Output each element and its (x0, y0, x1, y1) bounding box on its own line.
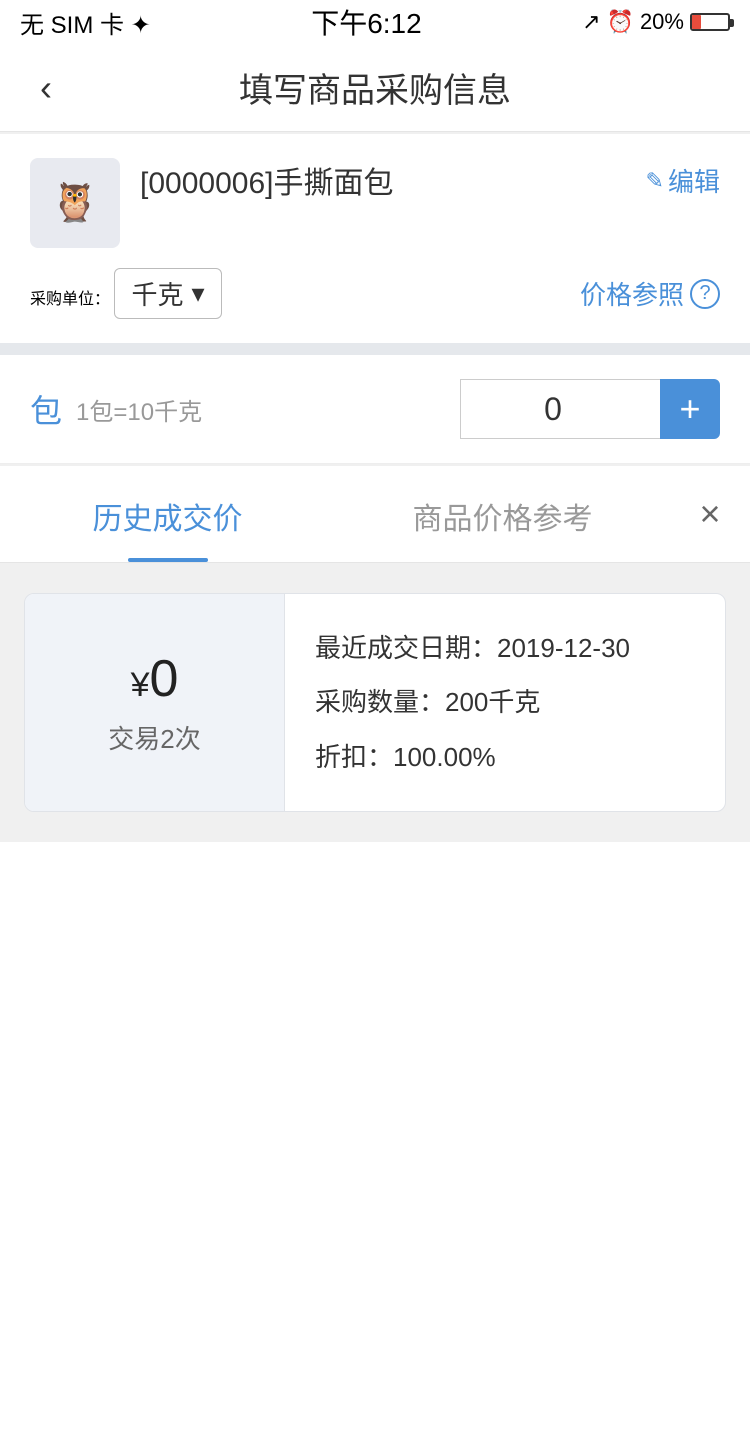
product-name-area: [0000006]手撕面包 (140, 158, 393, 202)
back-button[interactable]: ‹ (30, 57, 62, 119)
sim-status: 无 SIM 卡 ✦ (20, 5, 151, 40)
tabs-bar: 历史成交价 商品价格参考 × (0, 466, 750, 563)
unit-label: 采购单位： (30, 291, 110, 308)
product-thumbnail: 🦉 (30, 158, 120, 248)
edit-icon: ✎ (646, 168, 664, 194)
date-label: 最近成交日期： (315, 633, 497, 663)
tab-product-price-ref[interactable]: 商品价格参考 (335, 466, 670, 562)
unit-dropdown[interactable]: 千克 ▾ (114, 268, 221, 319)
tab-active-indicator (128, 558, 208, 562)
currency-symbol: ¥ (131, 666, 150, 704)
bag-label: 包 (30, 386, 62, 432)
tabs-close-button[interactable]: × (670, 473, 750, 555)
plus-button[interactable]: + (660, 379, 720, 439)
qty-label-group: 包 1包=10千克 (30, 386, 202, 432)
tab-history-price[interactable]: 历史成交价 (0, 466, 335, 562)
history-details-panel: 最近成交日期：2019-12-30 采购数量：200千克 折扣：100.00% (285, 594, 725, 811)
qty-label: 采购数量： (315, 687, 445, 717)
qty-value: 200千克 (445, 687, 540, 717)
tab2-label: 商品价格参考 (413, 503, 593, 536)
unit-label-group: 采购单位： 千克 ▾ (30, 268, 222, 319)
product-info: 🦉 [0000006]手撕面包 (30, 158, 646, 248)
price-number: 0 (150, 650, 179, 708)
date-value: 2019-12-30 (497, 633, 630, 663)
edit-label: 编辑 (668, 162, 720, 199)
alarm-icon: ⏰ (607, 9, 634, 35)
quantity-row: 包 1包=10千克 + (0, 355, 750, 464)
product-id: [0000006] (140, 167, 273, 200)
unit-value: 千克 (131, 275, 183, 312)
history-card: ¥0 交易2次 最近成交日期：2019-12-30 采购数量：200千克 折扣：… (24, 593, 726, 812)
question-icon: ? (690, 279, 720, 309)
quantity-control: + (460, 379, 720, 439)
transaction-count: 交易2次 (108, 719, 200, 756)
status-left: 无 SIM 卡 ✦ (20, 5, 151, 40)
page-title: 填写商品采购信息 (239, 63, 511, 112)
unit-hint: 1包=10千克 (76, 392, 202, 427)
bottom-area (0, 842, 750, 1442)
discount-value: 100.00% (393, 742, 496, 772)
dropdown-arrow-icon: ▾ (191, 278, 204, 309)
tab1-label: 历史成交价 (93, 503, 243, 536)
product-name: [0000006]手撕面包 (140, 163, 393, 200)
date-row: 最近成交日期：2019-12-30 (315, 630, 695, 666)
discount-row: 折扣：100.00% (315, 739, 695, 775)
status-time: 下午6:12 (311, 2, 422, 42)
unit-row: 采购单位： 千克 ▾ 价格参照 ? (30, 268, 720, 319)
status-right: ↗ ⏰ 20% (582, 9, 730, 35)
product-logo-icon: 🦉 (51, 181, 98, 225)
history-price-value: ¥0 (131, 649, 179, 709)
edit-button[interactable]: ✎ 编辑 (646, 158, 720, 199)
history-price-panel: ¥0 交易2次 (25, 594, 285, 811)
price-ref-label: 价格参照 (580, 275, 684, 312)
price-reference-button[interactable]: 价格参照 ? (580, 275, 720, 312)
discount-label: 折扣： (315, 742, 393, 772)
product-card: 🦉 [0000006]手撕面包 ✎ 编辑 采购单位： 千克 ▾ 价格参照 ? (0, 134, 750, 343)
qty-row-detail: 采购数量：200千克 (315, 684, 695, 720)
battery-percent: 20% (640, 9, 684, 35)
header: ‹ 填写商品采购信息 (0, 44, 750, 132)
separator (0, 343, 750, 355)
battery-icon (690, 13, 730, 31)
location-icon: ↗ (582, 9, 600, 35)
quantity-input[interactable] (460, 379, 660, 439)
status-bar: 无 SIM 卡 ✦ 下午6:12 ↗ ⏰ 20% (0, 0, 750, 44)
product-top-row: 🦉 [0000006]手撕面包 ✎ 编辑 (30, 158, 720, 248)
history-section: ¥0 交易2次 最近成交日期：2019-12-30 采购数量：200千克 折扣：… (0, 563, 750, 842)
